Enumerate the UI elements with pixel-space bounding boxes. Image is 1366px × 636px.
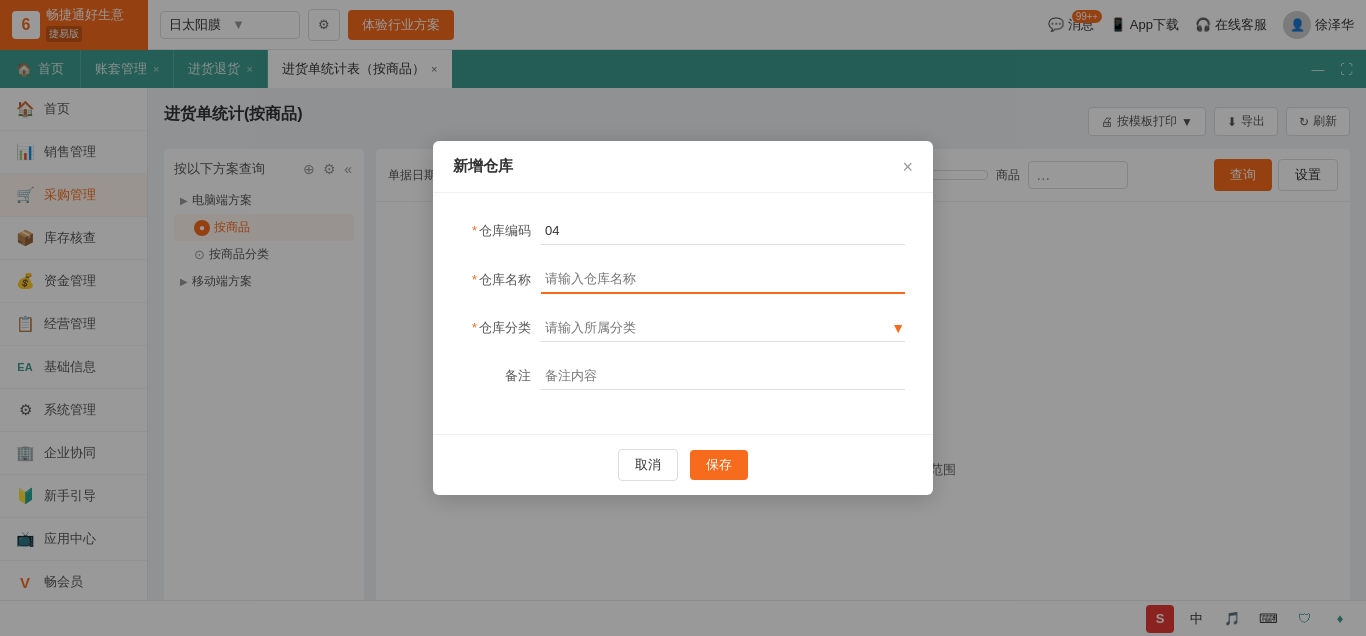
warehouse-category-arrow-icon: ▼ [891, 320, 905, 336]
form-row-code: 仓库编码 [461, 217, 905, 245]
form-row-name: 仓库名称 [461, 265, 905, 294]
modal-title: 新增仓库 [453, 157, 513, 176]
warehouse-code-label: 仓库编码 [461, 222, 541, 240]
modal-body: 仓库编码 仓库名称 仓库分类 ▼ 备注 [433, 193, 933, 434]
warehouse-name-input[interactable] [541, 265, 905, 294]
warehouse-remarks-label: 备注 [461, 367, 541, 385]
modal-header: 新增仓库 × [433, 141, 933, 193]
form-row-remarks: 备注 [461, 362, 905, 390]
modal-overlay[interactable]: 新增仓库 × 仓库编码 仓库名称 仓库分类 ▼ [0, 0, 1366, 636]
new-warehouse-modal: 新增仓库 × 仓库编码 仓库名称 仓库分类 ▼ [433, 141, 933, 495]
warehouse-category-select[interactable]: ▼ [541, 314, 905, 342]
warehouse-code-input[interactable] [541, 217, 905, 245]
warehouse-category-input[interactable] [541, 314, 891, 341]
save-button[interactable]: 保存 [690, 450, 748, 480]
form-row-category: 仓库分类 ▼ [461, 314, 905, 342]
modal-close-icon[interactable]: × [902, 158, 913, 176]
warehouse-remarks-input[interactable] [541, 362, 905, 390]
modal-footer: 取消 保存 [433, 434, 933, 495]
cancel-button[interactable]: 取消 [618, 449, 678, 481]
warehouse-name-label: 仓库名称 [461, 271, 541, 289]
warehouse-category-label: 仓库分类 [461, 319, 541, 337]
